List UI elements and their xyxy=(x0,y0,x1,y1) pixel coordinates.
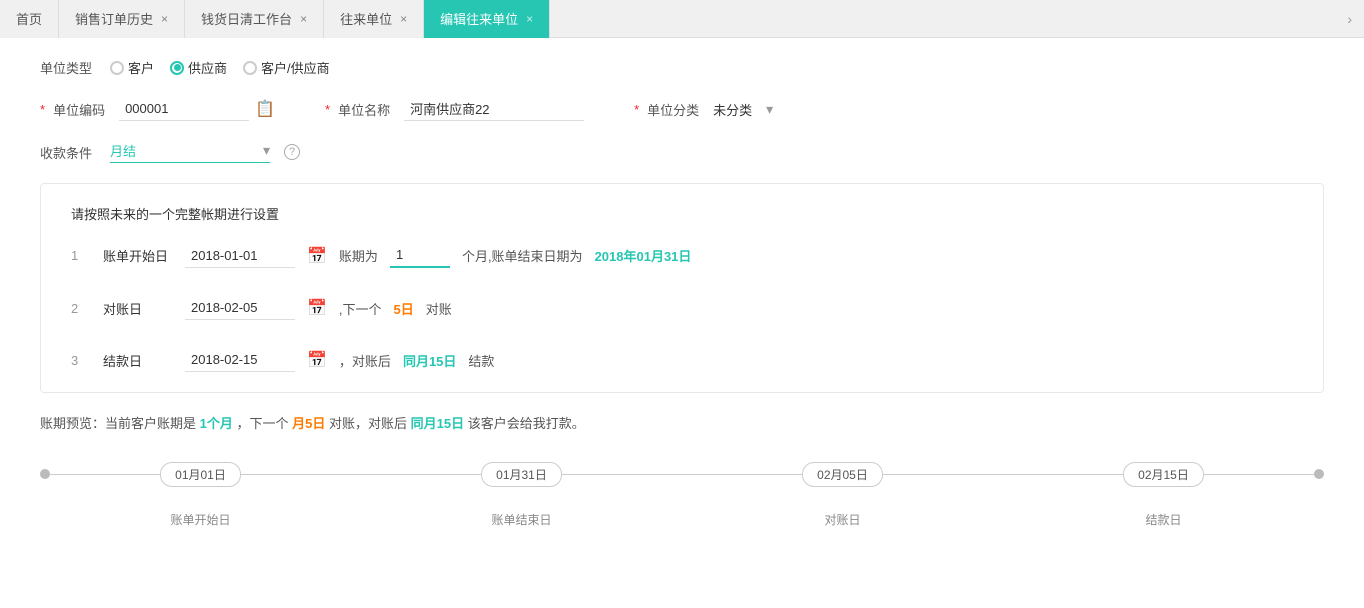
unit-code-star: * xyxy=(40,102,45,117)
unit-code-field: * 单位编码 📋 xyxy=(40,97,275,121)
timeline-label-2: 账单结束日 xyxy=(491,511,551,528)
row-1-period-input[interactable] xyxy=(390,243,450,268)
tab-partner-label: 往来单位 xyxy=(340,9,392,28)
setting-row-3: 3 结款日 📅 ，对账后 同月15日 结款 xyxy=(71,348,1293,372)
unit-code-copy-icon[interactable]: 📋 xyxy=(255,99,275,119)
row-2-label: 对账日 xyxy=(103,299,173,318)
row-3-day-highlight: 同月15日 xyxy=(403,351,456,370)
preview-text: 账期预览：当前客户账期是 1个月 ，下一个 月5日 对账，对账后 同月15日 该… xyxy=(40,413,1324,432)
payment-dropdown-icon[interactable]: ▾ xyxy=(263,142,270,159)
row-3-label: 结款日 xyxy=(103,351,173,370)
row-3-prefix: ，对账后 xyxy=(339,351,391,370)
unit-name-input[interactable] xyxy=(404,97,584,121)
payment-condition-label: 收款条件 xyxy=(40,143,92,162)
tab-sales-order-label: 销售订单历史 xyxy=(75,9,153,28)
unit-name-label: 单位名称 xyxy=(338,100,390,119)
tab-sales-order-close[interactable]: × xyxy=(161,12,168,26)
preview-middle1: ，下一个 xyxy=(237,416,289,431)
row-2-date-input[interactable] xyxy=(185,296,295,320)
preview-suffix: 该客户会给我打款。 xyxy=(468,416,585,431)
tab-edit-partner[interactable]: 编辑往来单位 × xyxy=(424,0,550,38)
unit-code-label: 单位编码 xyxy=(53,100,105,119)
radio-both-circle xyxy=(243,61,257,75)
setting-box: 请按照未来的一个完整帐期进行设置 1 账单开始日 📅 账期为 个月,账单结束日期… xyxy=(40,183,1324,393)
unit-category-label: 单位分类 xyxy=(647,100,699,119)
timeline-badge-3: 02月05日 xyxy=(802,462,883,487)
setting-row-1: 1 账单开始日 📅 账期为 个月,账单结束日期为 2018年01月31日 xyxy=(71,243,1293,268)
tab-partner-close[interactable]: × xyxy=(400,12,407,26)
unit-category-star: * xyxy=(634,102,639,117)
payment-condition-row: 收款条件 月结 ▾ ? xyxy=(40,141,1324,163)
timeline-item-1: 01月01日 账单开始日 xyxy=(160,462,241,528)
radio-customer-circle xyxy=(110,61,124,75)
row-3-suffix: 结款 xyxy=(468,351,494,370)
row-2-num: 2 xyxy=(71,301,91,316)
preview-payment-day: 同月15日 xyxy=(411,416,464,431)
row-1-num: 1 xyxy=(71,248,91,263)
row-2-day-highlight: 5日 xyxy=(394,299,414,318)
timeline-badge-1: 01月01日 xyxy=(160,462,241,487)
timeline-label-3: 对账日 xyxy=(824,511,860,528)
preview-middle2: 对账，对账后 xyxy=(329,416,407,431)
unit-type-radio-group: 客户 供应商 客户/供应商 xyxy=(110,58,330,77)
unit-code-input[interactable] xyxy=(119,97,249,121)
unit-name-field: * 单位名称 xyxy=(325,97,584,121)
timeline-item-4: 02月15日 结款日 xyxy=(1123,462,1204,528)
unit-info-row: * 单位编码 📋 * 单位名称 * 单位分类 未分类 ▾ xyxy=(40,97,1324,121)
timeline-label-4: 结款日 xyxy=(1145,511,1181,528)
row-1-calendar-icon[interactable]: 📅 xyxy=(307,246,327,266)
radio-both-label: 客户/供应商 xyxy=(261,58,330,77)
row-2-prefix: ,下一个 xyxy=(339,299,382,318)
row-1-label: 账单开始日 xyxy=(103,246,173,265)
unit-type-row: 单位类型 客户 供应商 客户/供应商 xyxy=(40,58,1324,77)
radio-supplier-label: 供应商 xyxy=(188,58,227,77)
tab-home-label: 首页 xyxy=(16,9,42,28)
unit-category-field: * 单位分类 未分类 ▾ xyxy=(634,100,773,119)
setting-row-2: 2 对账日 📅 ,下一个 5日 对账 xyxy=(71,296,1293,320)
setting-title: 请按照未来的一个完整帐期进行设置 xyxy=(71,204,1293,223)
radio-supplier-circle xyxy=(170,61,184,75)
unit-name-star: * xyxy=(325,102,330,117)
tab-expand-button[interactable]: › xyxy=(1335,11,1364,27)
row-3-calendar-icon[interactable]: 📅 xyxy=(307,350,327,370)
unit-category-value: 未分类 xyxy=(713,100,752,119)
unit-category-dropdown-icon[interactable]: ▾ xyxy=(766,101,773,118)
timeline-badge-2: 01月31日 xyxy=(481,462,562,487)
timeline-label-1: 账单开始日 xyxy=(170,511,230,528)
tab-edit-partner-close[interactable]: × xyxy=(526,12,533,26)
tab-bar: 首页 销售订单历史 × 钱货日清工作台 × 往来单位 × 编辑往来单位 × › xyxy=(0,0,1364,38)
radio-customer[interactable]: 客户 xyxy=(110,58,154,77)
timeline-item-2: 01月31日 账单结束日 xyxy=(481,462,562,528)
payment-select-field[interactable]: 月结 ▾ xyxy=(110,141,270,163)
payment-help-icon[interactable]: ? xyxy=(284,144,300,160)
timeline-badge-4: 02月15日 xyxy=(1123,462,1204,487)
row-3-date-input[interactable] xyxy=(185,348,295,372)
timeline-items: 01月01日 账单开始日 01月31日 账单结束日 02月05日 对账日 02月… xyxy=(40,462,1324,528)
tab-cash-work-close[interactable]: × xyxy=(300,12,307,26)
row-3-num: 3 xyxy=(71,353,91,368)
radio-supplier[interactable]: 供应商 xyxy=(170,58,227,77)
row-2-calendar-icon[interactable]: 📅 xyxy=(307,298,327,318)
timeline-item-3: 02月05日 对账日 xyxy=(802,462,883,528)
row-1-prefix: 账期为 xyxy=(339,246,378,265)
main-content: 单位类型 客户 供应商 客户/供应商 * 单位编码 📋 * 单位名称 xyxy=(0,38,1364,608)
tab-cash-work-label: 钱货日清工作台 xyxy=(201,9,292,28)
row-1-end-date: 2018年01月31日 xyxy=(595,246,692,265)
payment-value: 月结 xyxy=(110,141,136,160)
row-2-suffix: 对账 xyxy=(426,299,452,318)
row-1-suffix: 个月,账单结束日期为 xyxy=(462,246,583,265)
preview-period: 1个月 xyxy=(200,416,233,431)
preview-day: 月5日 xyxy=(292,416,325,431)
preview-prefix: 账期预览：当前客户账期是 xyxy=(40,416,196,431)
tab-sales-order[interactable]: 销售订单历史 × xyxy=(59,0,185,38)
radio-both[interactable]: 客户/供应商 xyxy=(243,58,330,77)
timeline: 01月01日 账单开始日 01月31日 账单结束日 02月05日 对账日 02月… xyxy=(40,452,1324,558)
unit-type-label: 单位类型 xyxy=(40,58,92,77)
tab-cash-work[interactable]: 钱货日清工作台 × xyxy=(185,0,324,38)
tab-home[interactable]: 首页 xyxy=(0,0,59,38)
radio-customer-label: 客户 xyxy=(128,58,154,77)
tab-edit-partner-label: 编辑往来单位 xyxy=(440,9,518,28)
row-1-date-input[interactable] xyxy=(185,244,295,268)
tab-partner[interactable]: 往来单位 × xyxy=(324,0,424,38)
